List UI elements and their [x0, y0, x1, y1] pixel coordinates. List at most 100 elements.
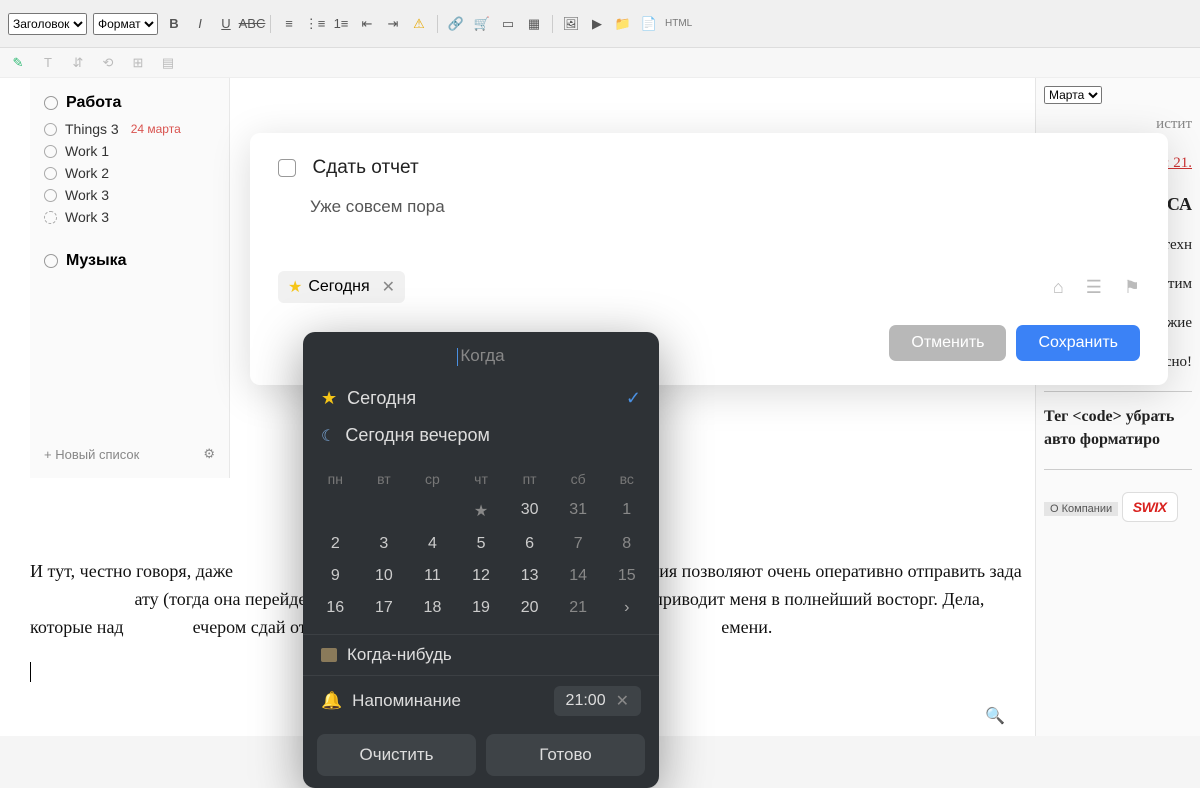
- calendar-day[interactable]: 4: [408, 528, 457, 560]
- calendar-day[interactable]: 5: [457, 528, 506, 560]
- cart-icon[interactable]: 🛒: [472, 14, 492, 34]
- heading-select[interactable]: Заголовок: [8, 13, 87, 35]
- calendar-day[interactable]: 14: [554, 560, 603, 592]
- calendar-day[interactable]: 15: [602, 560, 651, 592]
- calendar-day[interactable]: 2: [311, 528, 360, 560]
- t4-icon[interactable]: ⊞: [128, 53, 148, 73]
- month-select[interactable]: Марта: [1044, 86, 1102, 104]
- option-label: Когда-нибудь: [347, 645, 452, 665]
- calendar-day[interactable]: 31: [554, 494, 603, 528]
- t1-icon[interactable]: T: [38, 53, 58, 73]
- calendar-day[interactable]: 7: [554, 528, 603, 560]
- sidebar-item-label: Work 3: [65, 187, 109, 203]
- sidebar-item-work1[interactable]: Work 1: [30, 140, 229, 162]
- t3-icon[interactable]: ⟲: [98, 53, 118, 73]
- calendar-day[interactable]: 13: [505, 560, 554, 592]
- outdent-icon[interactable]: ⇤: [357, 14, 377, 34]
- compose-icon[interactable]: ✎: [8, 53, 28, 73]
- calendar-day[interactable]: 3: [360, 528, 409, 560]
- task-checkbox[interactable]: [278, 159, 296, 177]
- link-icon[interactable]: 🔗: [446, 14, 466, 34]
- grid-icon[interactable]: ▦: [524, 14, 544, 34]
- calendar-day[interactable]: 11: [408, 560, 457, 592]
- save-button[interactable]: Сохранить: [1016, 325, 1140, 361]
- weekday-label: пн: [311, 464, 360, 494]
- calendar-day[interactable]: 30: [505, 494, 554, 528]
- calendar-day[interactable]: 12: [457, 560, 506, 592]
- calendar-day[interactable]: 1: [602, 494, 651, 528]
- date-picker-panel: Когда ★ Сегодня ✓ ☾ Сегодня вечером пн в…: [303, 332, 659, 788]
- calendar-day[interactable]: [408, 494, 457, 528]
- search-icon[interactable]: 🔍: [985, 706, 1005, 726]
- calendar-day[interactable]: 20: [505, 592, 554, 624]
- calendar-day-today[interactable]: ★: [457, 494, 506, 528]
- when-tag-chip[interactable]: ★ Сегодня ✕: [278, 271, 405, 303]
- sidebar-group-label: Работа: [66, 94, 121, 112]
- remove-tag-icon[interactable]: ✕: [382, 277, 395, 297]
- calendar-day[interactable]: 16: [311, 592, 360, 624]
- align-left-icon[interactable]: ≡: [279, 14, 299, 34]
- circle-icon: [44, 211, 57, 224]
- list-ul-icon[interactable]: ⋮≡: [305, 14, 325, 34]
- done-button[interactable]: Готово: [486, 734, 645, 776]
- settings-icon[interactable]: ⚙: [203, 446, 215, 462]
- calendar-next-icon[interactable]: ›: [602, 592, 651, 624]
- calendar-day[interactable]: 8: [602, 528, 651, 560]
- format-select[interactable]: Формат: [93, 13, 158, 35]
- list-ol-icon[interactable]: 1≡: [331, 14, 351, 34]
- indent-icon[interactable]: ⇥: [383, 14, 403, 34]
- reminder-time-chip[interactable]: 21:00 ✕: [554, 686, 641, 716]
- clear-button[interactable]: Очистить: [317, 734, 476, 776]
- folder-icon[interactable]: 📁: [613, 14, 633, 34]
- sidebar-group-work[interactable]: Работа: [30, 88, 229, 118]
- warning-icon[interactable]: ⚠: [409, 14, 429, 34]
- window-icon[interactable]: ▭: [498, 14, 518, 34]
- reminder-time: 21:00: [566, 692, 606, 710]
- sidebar-item-work2[interactable]: Work 2: [30, 162, 229, 184]
- calendar-day[interactable]: 19: [457, 592, 506, 624]
- sidebar-item-label: Work 1: [65, 143, 109, 159]
- italic-icon[interactable]: I: [190, 14, 210, 34]
- sidebar-item-work3b[interactable]: Work 3: [30, 206, 229, 228]
- bold-icon[interactable]: B: [164, 14, 184, 34]
- sidebar-item-work3[interactable]: Work 3: [30, 184, 229, 206]
- page-icon[interactable]: 📄: [639, 14, 659, 34]
- new-list-button[interactable]: + Новый список ⚙: [30, 440, 229, 468]
- t2-icon[interactable]: ⇵: [68, 53, 88, 73]
- tag-icon[interactable]: ⌂: [1053, 277, 1064, 298]
- flag-icon[interactable]: ⚑: [1124, 277, 1140, 298]
- task-title[interactable]: Сдать отчет: [312, 157, 418, 179]
- cancel-button[interactable]: Отменить: [889, 325, 1006, 361]
- calendar-day[interactable]: 6: [505, 528, 554, 560]
- html-label[interactable]: HTML: [665, 14, 692, 34]
- option-someday[interactable]: Когда-нибудь: [303, 634, 659, 676]
- calendar-day[interactable]: 18: [408, 592, 457, 624]
- calendar-day[interactable]: 10: [360, 560, 409, 592]
- text-cursor: [30, 662, 31, 682]
- calendar-day[interactable]: 21: [554, 592, 603, 624]
- task-note[interactable]: Уже совсем пора: [310, 197, 1140, 217]
- sidebar-group-music[interactable]: Музыка: [30, 246, 229, 276]
- option-tonight[interactable]: ☾ Сегодня вечером: [303, 417, 659, 454]
- calendar-day[interactable]: 9: [311, 560, 360, 592]
- brand-card[interactable]: SWIX: [1122, 492, 1178, 522]
- weekday-label: вс: [602, 464, 651, 494]
- strike-icon[interactable]: ABC: [242, 14, 262, 34]
- checklist-icon[interactable]: ☰: [1086, 277, 1102, 298]
- calendar-day[interactable]: 17: [360, 592, 409, 624]
- right-article-link[interactable]: Тег <code> убрать авто форматиро: [1044, 406, 1192, 451]
- clear-time-icon[interactable]: ✕: [616, 691, 629, 711]
- t5-icon[interactable]: ▤: [158, 53, 178, 73]
- sidebar-item-things3[interactable]: Things 3 24 марта: [30, 118, 229, 140]
- underline-icon[interactable]: U: [216, 14, 236, 34]
- calendar: пн вт ср чт пт сб вс ★ 30 31 1: [303, 454, 659, 634]
- when-search-input[interactable]: Когда: [303, 332, 659, 380]
- calendar-day[interactable]: [311, 494, 360, 528]
- circle-icon: [44, 145, 57, 158]
- folder-icon: [44, 96, 58, 110]
- calendar-day[interactable]: [360, 494, 409, 528]
- image-icon[interactable]: 🖼: [561, 14, 581, 34]
- option-today[interactable]: ★ Сегодня ✓: [303, 380, 659, 417]
- company-tag[interactable]: О Компании: [1044, 502, 1118, 516]
- media-icon[interactable]: ▶: [587, 14, 607, 34]
